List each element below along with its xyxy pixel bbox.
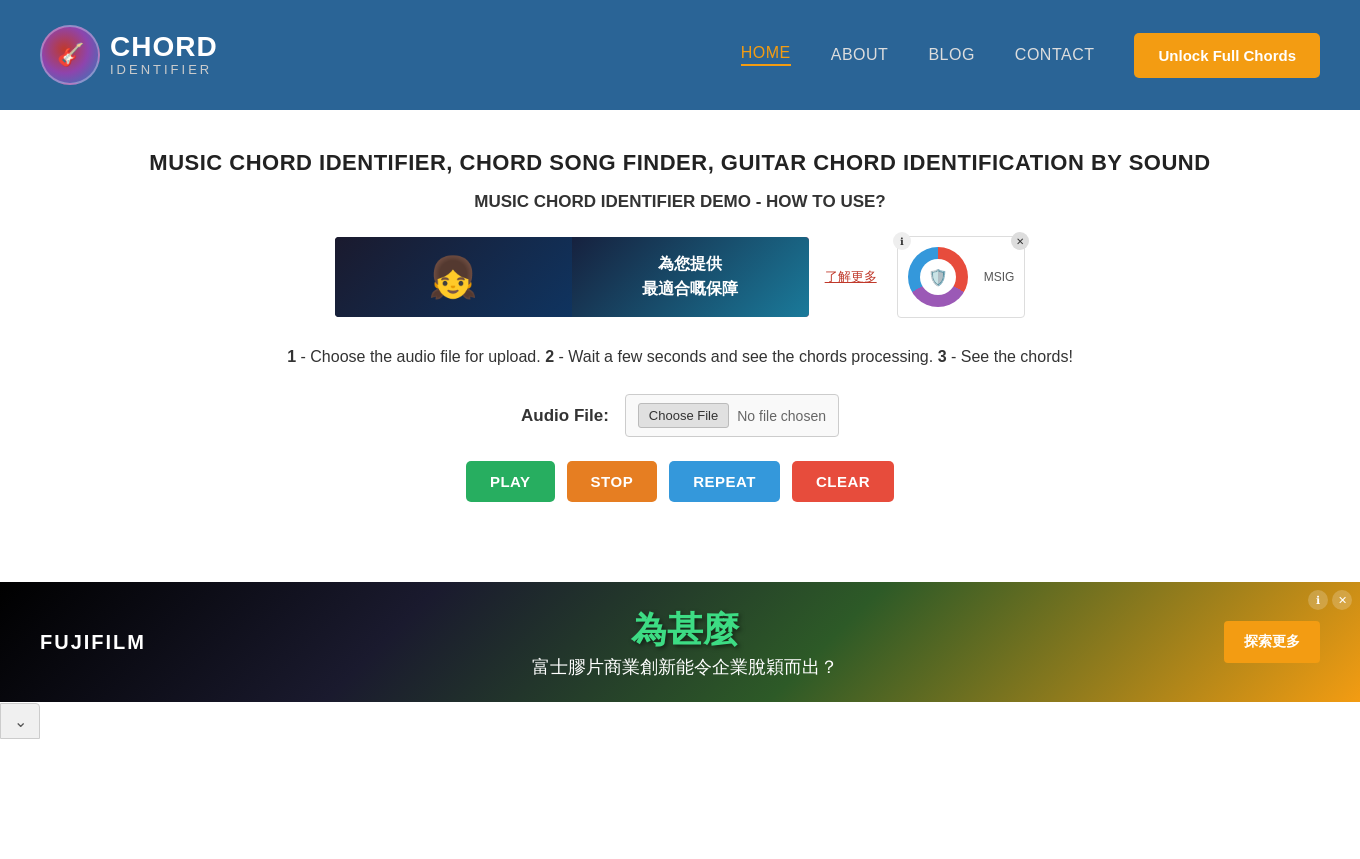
ad-close-button[interactable]: ✕ [1011,232,1029,250]
stop-button[interactable]: STOP [567,461,658,502]
page-title: MUSIC CHORD IDENTIFIER, CHORD SONG FINDE… [100,150,1260,176]
nav-blog[interactable]: BLOG [928,46,974,64]
buttons-row: PLAY STOP REPEAT CLEAR [100,461,1260,502]
bottom-ad-content: FUJIFILM 為甚麼 富士膠片商業創新能令企業脫穎而出？ 探索更多 [0,582,1360,702]
nav-home[interactable]: HOME [741,44,791,66]
nav-contact[interactable]: CONTACT [1015,46,1095,64]
logo-text: CHORD IDENTIFIER [110,32,218,77]
repeat-button[interactable]: REPEAT [669,461,780,502]
explore-button[interactable]: 探索更多 [1224,621,1320,663]
file-label: Audio File: [521,406,609,426]
header: 🎸 CHORD IDENTIFIER HOME ABOUT BLOG CONTA… [0,0,1360,110]
ad-anime-content: 👧 為您提供 最適合嘅保障 [335,237,809,317]
no-file-text: No file chosen [737,408,826,424]
nav: HOME ABOUT BLOG CONTACT Unlock Full Chor… [741,33,1320,78]
logo-chord: CHORD [110,32,218,63]
logo[interactable]: 🎸 CHORD IDENTIFIER [40,25,218,85]
step1-num: 1 [287,348,296,365]
ad-side-circle: 🛡️ [908,247,968,307]
clear-button[interactable]: CLEAR [792,461,894,502]
main-content: MUSIC CHORD IDENTIFIER, CHORD SONG FINDE… [80,110,1280,582]
step2-num: 2 [545,348,554,365]
step1-text: - Choose the audio file for upload. [296,348,541,365]
ad-banner: 👧 為您提供 最適合嘅保障 [335,237,809,317]
instructions: 1 - Choose the audio file for upload. 2 … [100,348,1260,366]
ad-area: 👧 為您提供 最適合嘅保障 了解更多 ✕ ℹ 🛡️ MS [100,236,1260,318]
file-upload-row: Audio File: Choose File No file chosen [100,394,1260,437]
play-button[interactable]: PLAY [466,461,555,502]
page-subtitle: MUSIC CHORD IDENTIFIER DEMO - HOW TO USE… [100,192,1260,212]
bottom-ad-bar: FUJIFILM 為甚麼 富士膠片商業創新能令企業脫穎而出？ 探索更多 ℹ ✕ [0,582,1360,702]
ad-cn-line2: 最適合嘅保障 [642,279,738,300]
bottom-ad-close-button[interactable]: ✕ [1332,590,1352,610]
bottom-ad-cn-text: 為甚麼 [631,606,739,655]
unlock-button[interactable]: Unlock Full Chords [1134,33,1320,78]
ad-info-button[interactable]: ℹ [893,232,911,250]
logo-identifier: IDENTIFIER [110,63,218,77]
ad-learn-more-link[interactable]: 了解更多 [825,268,877,286]
logo-icon: 🎸 [40,25,100,85]
step3-text: - See the chords! [947,348,1073,365]
bottom-ad-sub-text: 富士膠片商業創新能令企業脫穎而出？ [532,655,838,679]
nav-about[interactable]: ABOUT [831,46,889,64]
ad-msig-label: MSIG [984,270,1015,284]
step2-text: - Wait a few seconds and see the chords … [554,348,933,365]
choose-file-button[interactable]: Choose File [638,403,729,428]
step3-num: 3 [938,348,947,365]
fujifilm-text: FUJIFILM [40,631,146,653]
bottom-ad-info-button[interactable]: ℹ [1308,590,1328,610]
fujifilm-logo: FUJIFILM [40,631,146,654]
ad-cn-line1: 為您提供 [658,254,722,275]
file-input-wrapper[interactable]: Choose File No file chosen [625,394,839,437]
